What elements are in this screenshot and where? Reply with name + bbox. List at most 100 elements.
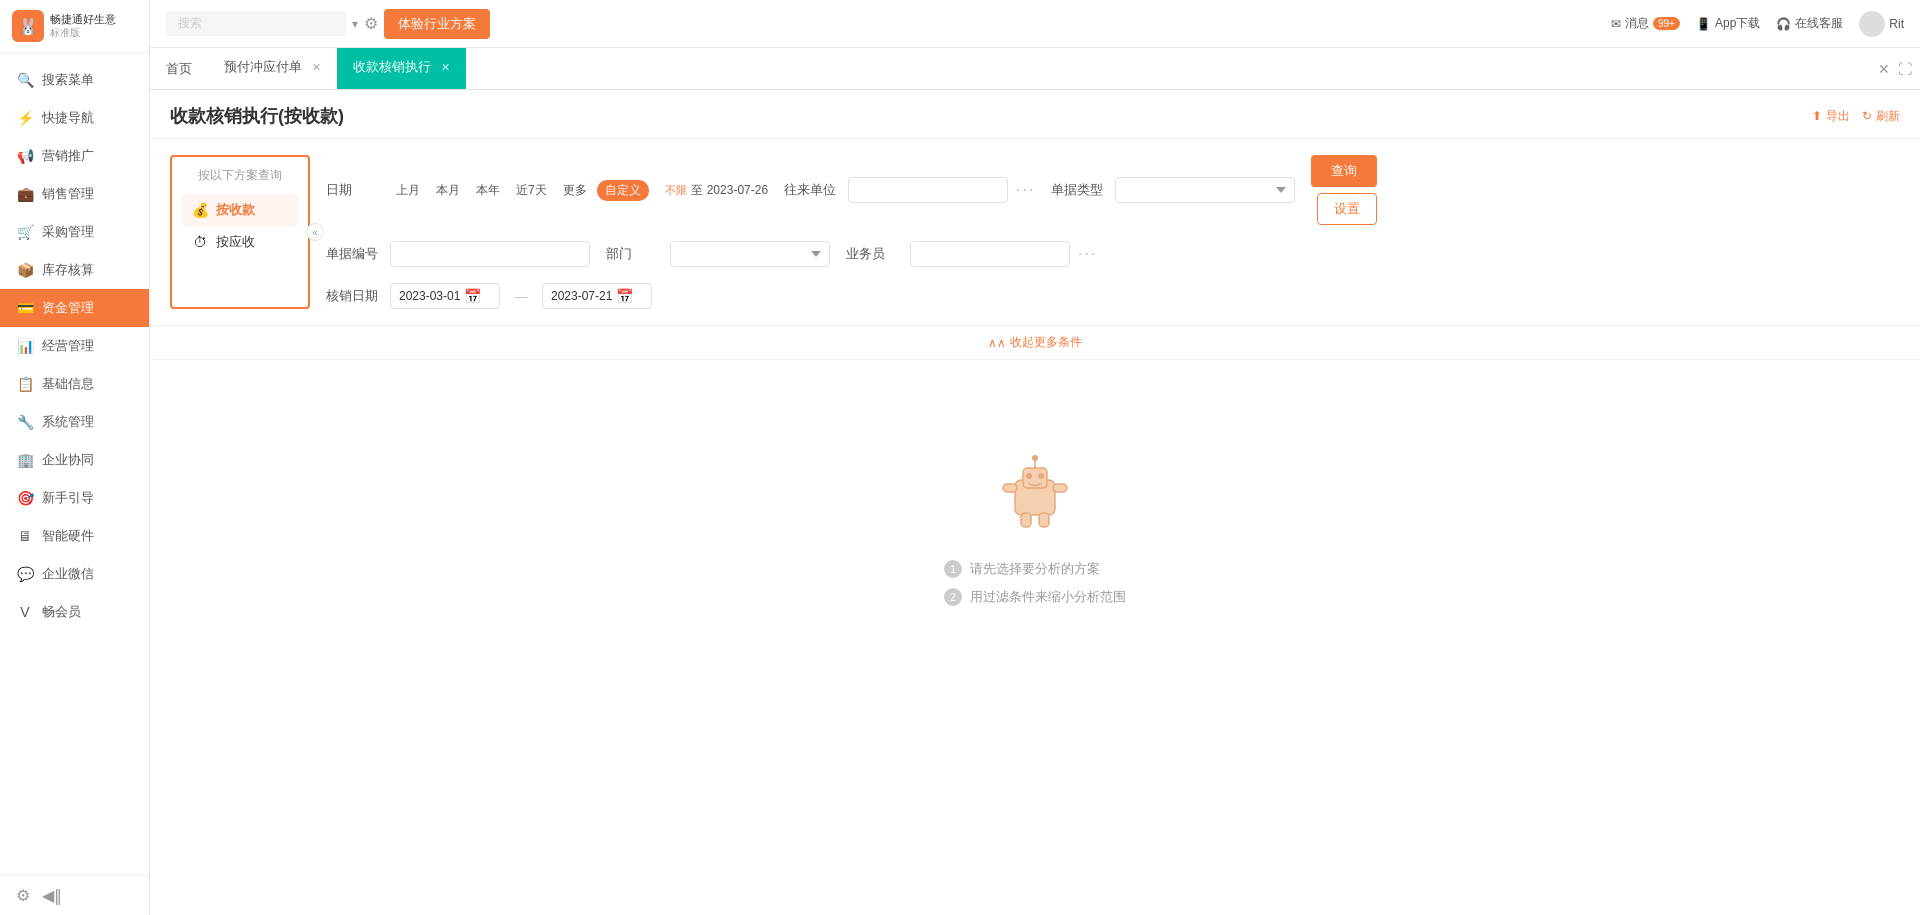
collapse-up-icon: ∧∧ <box>988 336 1006 350</box>
sidebar-item-system[interactable]: 🔧 系统管理 <box>0 403 149 441</box>
page-header-actions: ⬆ 导出 ↻ 刷新 <box>1812 108 1900 125</box>
sidebar-item-hardware[interactable]: 🖥 智能硬件 <box>0 517 149 555</box>
query-button[interactable]: 查询 <box>1311 155 1377 187</box>
tip-text-2: 用过滤条件来缩小分析范围 <box>970 588 1126 606</box>
svg-point-5 <box>1038 473 1044 479</box>
staff-input[interactable] <box>910 241 1070 267</box>
doc-no-label: 单据编号 <box>326 245 382 263</box>
header-gear-icon[interactable]: ⚙ <box>364 14 378 33</box>
date-label: 日期 <box>326 181 382 199</box>
sidebar-icon-member: V <box>16 603 34 621</box>
export-icon: ⬆ <box>1812 109 1822 123</box>
date-range-separator: — <box>514 288 528 304</box>
tab-prepay-close[interactable]: ✕ <box>312 61 321 74</box>
message-label: 消息 <box>1625 15 1649 32</box>
app-logo-icon: 🐰 <box>12 10 44 42</box>
sidebar-bottom: ⚙ ◀‖ <box>0 875 149 915</box>
date-tab-this-year[interactable]: 本年 <box>470 180 506 201</box>
sidebar-item-quick-nav[interactable]: ⚡ 快捷导航 <box>0 99 149 137</box>
filter-option-by-receivable[interactable]: ⏱ 按应收 <box>182 226 298 258</box>
settings-bottom-icon[interactable]: ⚙ <box>16 886 30 905</box>
date-tab-7days[interactable]: 近7天 <box>510 180 553 201</box>
filter-row-1: 日期 上月 本月 本年 近7天 更多 自定义 <box>326 155 1900 225</box>
header-dropdown-icon[interactable]: ▾ <box>352 17 358 31</box>
svg-point-4 <box>1026 473 1032 479</box>
staff-more-icon[interactable]: ··· <box>1078 245 1097 263</box>
staff-label: 业务员 <box>846 245 902 263</box>
writeoff-date-end[interactable]: 2023-07-21 📅 <box>542 283 652 309</box>
message-badge: 99+ <box>1653 17 1680 30</box>
app-download-link[interactable]: 📱 App下载 <box>1696 15 1760 32</box>
tab-bar-right: ✕ ⛶ <box>1878 48 1920 89</box>
sidebar-icon-finance: 💳 <box>16 299 34 317</box>
sidebar-item-cooperation[interactable]: 🏢 企业协同 <box>0 441 149 479</box>
industry-btn[interactable]: 体验行业方案 <box>384 9 490 39</box>
app-subtitle: 标准版 <box>50 26 116 40</box>
sidebar-item-guide[interactable]: 🎯 新手引导 <box>0 479 149 517</box>
svg-text:🐰: 🐰 <box>18 17 38 36</box>
date-tab-custom[interactable]: 自定义 <box>597 180 649 201</box>
sidebar-item-marketing[interactable]: 📢 营销推广 <box>0 137 149 175</box>
sidebar-item-wechat[interactable]: 💬 企业微信 <box>0 555 149 593</box>
date-tab-more[interactable]: 更多 <box>557 180 593 201</box>
tab-prepay[interactable]: 预付冲应付单 ✕ <box>208 48 337 89</box>
tab-home[interactable]: 首页 <box>150 48 208 89</box>
calendar-end-icon: 📅 <box>616 288 633 304</box>
user-area[interactable]: Rit <box>1859 11 1904 37</box>
receipt-icon: 💰 <box>190 200 210 220</box>
doc-type-select[interactable] <box>1115 177 1295 203</box>
sidebar-item-basic-info[interactable]: 📋 基础信息 <box>0 365 149 403</box>
filter-panel-collapse-btn[interactable]: « <box>306 223 324 241</box>
sidebar-icon-wechat: 💬 <box>16 565 34 583</box>
sidebar-item-operations[interactable]: 📊 经营管理 <box>0 327 149 365</box>
sidebar-label-operations: 经营管理 <box>42 337 94 355</box>
contact-input[interactable] <box>848 177 1008 203</box>
svg-rect-8 <box>1021 513 1031 527</box>
collapse-sidebar-icon[interactable]: ◀‖ <box>42 886 62 905</box>
date-tab-last-month[interactable]: 上月 <box>390 180 426 201</box>
online-service-link[interactable]: 🎧 在线客服 <box>1776 15 1843 32</box>
sidebar-item-inventory[interactable]: 📦 库存核算 <box>0 251 149 289</box>
sidebar-label-marketing: 营销推广 <box>42 147 94 165</box>
sidebar-label-finance: 资金管理 <box>42 299 94 317</box>
sidebar-icon-inventory: 📦 <box>16 261 34 279</box>
sidebar-item-member[interactable]: V 畅会员 <box>0 593 149 631</box>
sidebar-nav: 🔍 搜索菜单 ⚡ 快捷导航 📢 营销推广 💼 销售管理 🛒 采购管理 📦 库存核… <box>0 53 149 875</box>
search-box[interactable]: 搜索 <box>166 11 346 36</box>
sidebar-item-finance[interactable]: 💳 资金管理 <box>0 289 149 327</box>
filter-left-panel: 按以下方案查询 💰 按收款 ⏱ 按应收 « <box>170 155 310 309</box>
doc-type-filter-group: 单据类型 <box>1051 177 1295 203</box>
filter-option-by-receipt[interactable]: 💰 按收款 <box>182 194 298 226</box>
writeoff-end-value: 2023-07-21 <box>551 289 612 303</box>
collapse-more-btn[interactable]: ∧∧ 收起更多条件 <box>988 334 1082 351</box>
date-tab-this-month[interactable]: 本月 <box>430 180 466 201</box>
writeoff-date-start[interactable]: 2023-03-01 📅 <box>390 283 500 309</box>
sidebar-item-purchase[interactable]: 🛒 采购管理 <box>0 213 149 251</box>
home-tab-label: 首页 <box>166 60 192 78</box>
filter-fields: 日期 上月 本月 本年 近7天 更多 自定义 <box>326 155 1900 309</box>
empty-tip-1: 1 请先选择要分析的方案 <box>944 560 1126 578</box>
settings-button[interactable]: 设置 <box>1317 193 1377 225</box>
tab-receipt-writeoff[interactable]: 收款核销执行 ✕ <box>337 48 466 89</box>
sidebar-item-sales[interactable]: 💼 销售管理 <box>0 175 149 213</box>
export-button[interactable]: ⬆ 导出 <box>1812 108 1850 125</box>
doc-no-filter-group: 单据编号 <box>326 241 590 267</box>
tab-close-all-icon[interactable]: ✕ <box>1878 61 1890 77</box>
empty-state: 1 请先选择要分析的方案 2 用过滤条件来缩小分析范围 <box>150 360 1920 686</box>
query-buttons: 查询 设置 <box>1311 155 1377 225</box>
sidebar-item-search[interactable]: 🔍 搜索菜单 <box>0 61 149 99</box>
contact-more-icon[interactable]: ··· <box>1016 181 1035 199</box>
doc-no-input[interactable] <box>390 241 590 267</box>
filter-collapse-row: ∧∧ 收起更多条件 <box>150 326 1920 360</box>
svg-rect-7 <box>1053 484 1067 492</box>
message-area[interactable]: ✉ 消息 99+ <box>1611 15 1680 32</box>
sidebar-label-wechat: 企业微信 <box>42 565 94 583</box>
tab-expand-icon[interactable]: ⛶ <box>1898 61 1912 77</box>
tip-num-1: 1 <box>944 560 962 578</box>
dept-select[interactable] <box>670 241 830 267</box>
sidebar-label-cooperation: 企业协同 <box>42 451 94 469</box>
tab-receipt-close[interactable]: ✕ <box>441 61 450 74</box>
sidebar-label-system: 系统管理 <box>42 413 94 431</box>
filter-row-3: 核销日期 2023-03-01 📅 — 2023-07-21 📅 <box>326 283 1900 309</box>
refresh-button[interactable]: ↻ 刷新 <box>1862 108 1900 125</box>
